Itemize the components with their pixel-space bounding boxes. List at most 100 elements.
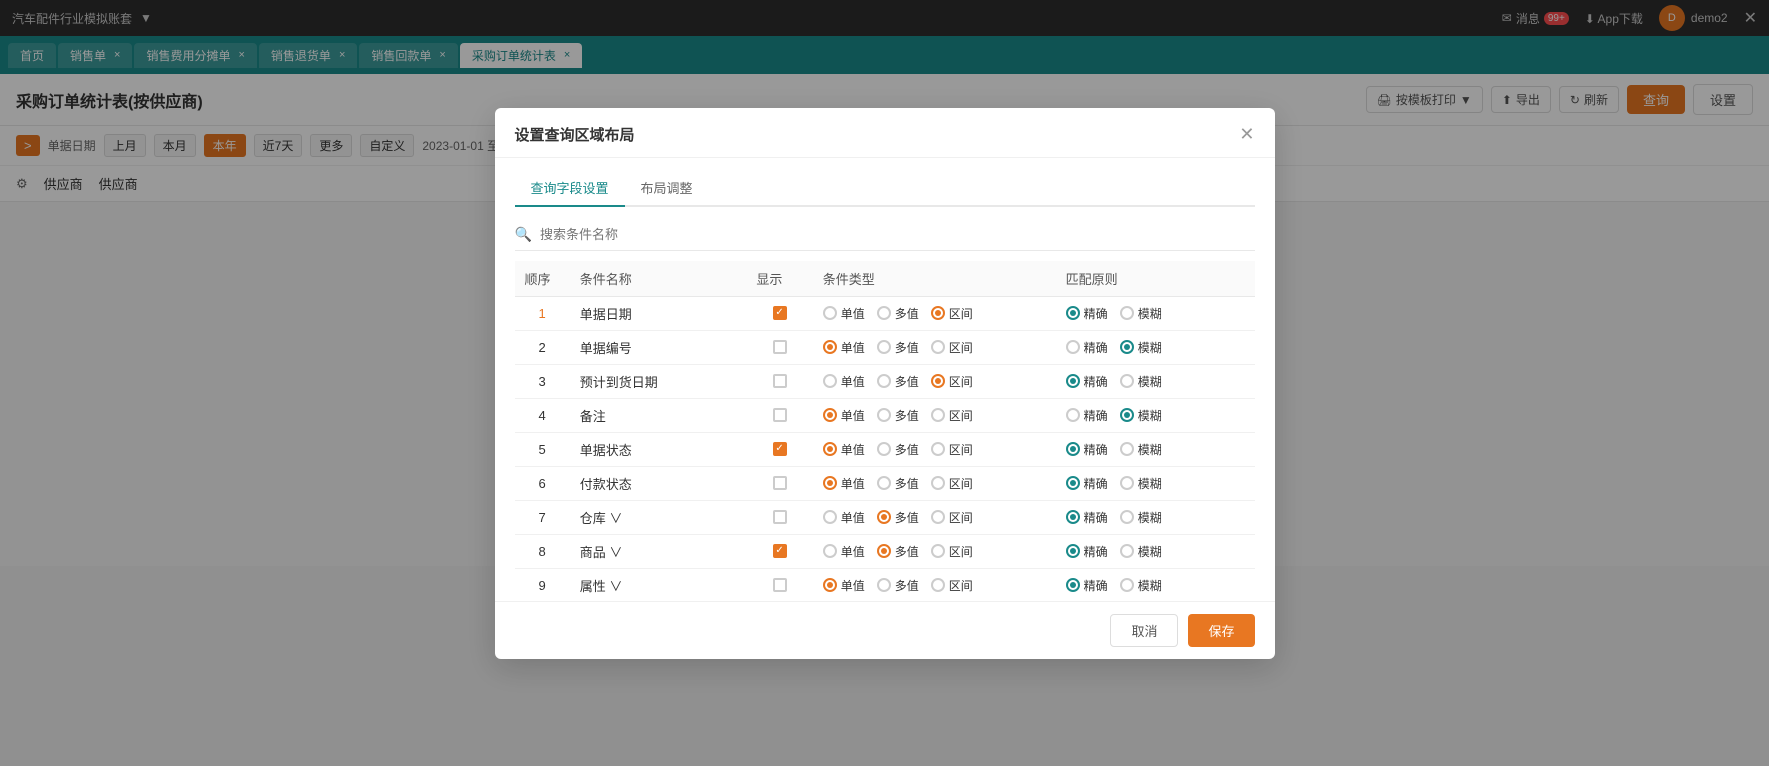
- radio-type-option[interactable]: 区间: [931, 509, 973, 526]
- modal-overlay: 设置查询区域布局 ✕ 查询字段设置 布局调整 🔍: [0, 0, 1769, 766]
- display-checkbox[interactable]: [773, 544, 787, 558]
- radio-match-option[interactable]: 精确: [1066, 305, 1108, 322]
- conditions-table: 顺序 条件名称 显示 条件类型: [515, 261, 1255, 601]
- radio-type-option[interactable]: 区间: [931, 407, 973, 424]
- cell-type-radios: 单值多值区间: [813, 398, 1056, 432]
- cell-display-checkbox: [746, 432, 812, 466]
- radio-match-option[interactable]: 模糊: [1120, 577, 1162, 594]
- radio-type-option[interactable]: 单值: [823, 577, 865, 594]
- radio-type-option[interactable]: 单值: [823, 373, 865, 390]
- cell-order: 2: [515, 330, 570, 364]
- cell-condition-name: 单据状态: [570, 432, 747, 466]
- table-row: 4备注单值多值区间精确模糊: [515, 398, 1255, 432]
- cell-display-checkbox: [746, 398, 812, 432]
- radio-match-option[interactable]: 精确: [1066, 577, 1108, 594]
- radio-type-option[interactable]: 单值: [823, 305, 865, 322]
- dialog-tabs: 查询字段设置 布局调整: [515, 158, 1255, 207]
- radio-type-option[interactable]: 单值: [823, 509, 865, 526]
- radio-type-option[interactable]: 单值: [823, 475, 865, 492]
- cell-display-checkbox: [746, 568, 812, 601]
- dialog-footer: 取消 保存: [495, 601, 1275, 659]
- radio-match-option[interactable]: 模糊: [1120, 441, 1162, 458]
- display-checkbox[interactable]: [773, 578, 787, 592]
- radio-match-option[interactable]: 精确: [1066, 475, 1108, 492]
- radio-type-option[interactable]: 多值: [877, 441, 919, 458]
- radio-type-option[interactable]: 单值: [823, 339, 865, 356]
- radio-type-option[interactable]: 区间: [931, 543, 973, 560]
- radio-type-option[interactable]: 单值: [823, 407, 865, 424]
- radio-match-option[interactable]: 模糊: [1120, 407, 1162, 424]
- radio-match-option[interactable]: 精确: [1066, 373, 1108, 390]
- cell-order: 9: [515, 568, 570, 601]
- conditions-table-wrapper[interactable]: 顺序 条件名称 显示 条件类型: [515, 261, 1255, 601]
- dialog-tab-layout[interactable]: 布局调整: [625, 170, 709, 207]
- radio-match-option[interactable]: 模糊: [1120, 509, 1162, 526]
- radio-match-option[interactable]: 精确: [1066, 339, 1108, 356]
- radio-type-option[interactable]: 区间: [931, 441, 973, 458]
- radio-match-option[interactable]: 精确: [1066, 441, 1108, 458]
- radio-match-option[interactable]: 精确: [1066, 407, 1108, 424]
- dialog-close-button[interactable]: ✕: [1239, 125, 1254, 143]
- radio-match-option[interactable]: 模糊: [1120, 339, 1162, 356]
- radio-match-option[interactable]: 模糊: [1120, 475, 1162, 492]
- condition-search-box: 🔍: [515, 219, 1255, 251]
- cell-condition-name: 单据日期: [570, 296, 747, 330]
- cell-type-radios: 单值多值区间: [813, 568, 1056, 601]
- cell-match-radios: 精确模糊: [1056, 534, 1255, 568]
- display-checkbox[interactable]: [773, 476, 787, 490]
- radio-match-option[interactable]: 精确: [1066, 543, 1108, 560]
- table-row: 1单据日期单值多值区间精确模糊: [515, 296, 1255, 330]
- radio-type-option[interactable]: 区间: [931, 577, 973, 594]
- cell-order: 7: [515, 500, 570, 534]
- radio-match-option[interactable]: 模糊: [1120, 543, 1162, 560]
- radio-type-option[interactable]: 多值: [877, 543, 919, 560]
- radio-type-option[interactable]: 区间: [931, 305, 973, 322]
- cell-condition-name: 属性 ∨: [570, 568, 747, 601]
- th-order: 顺序: [515, 261, 570, 297]
- cell-condition-name: 仓库 ∨: [570, 500, 747, 534]
- radio-type-option[interactable]: 多值: [877, 373, 919, 390]
- cell-condition-name: 备注: [570, 398, 747, 432]
- cell-match-radios: 精确模糊: [1056, 568, 1255, 601]
- cell-type-radios: 单值多值区间: [813, 432, 1056, 466]
- radio-type-option[interactable]: 单值: [823, 441, 865, 458]
- cancel-button[interactable]: 取消: [1110, 614, 1178, 647]
- display-checkbox[interactable]: [773, 374, 787, 388]
- th-type: 条件类型: [813, 261, 1056, 297]
- radio-type-option[interactable]: 区间: [931, 339, 973, 356]
- radio-type-option[interactable]: 多值: [877, 577, 919, 594]
- radio-match-option[interactable]: 精确: [1066, 509, 1108, 526]
- condition-search-input[interactable]: [532, 223, 1255, 246]
- radio-type-option[interactable]: 多值: [877, 509, 919, 526]
- display-checkbox[interactable]: [773, 306, 787, 320]
- display-checkbox[interactable]: [773, 408, 787, 422]
- cell-condition-name: 商品 ∨: [570, 534, 747, 568]
- dialog-tab-query-fields[interactable]: 查询字段设置: [515, 170, 625, 207]
- radio-type-option[interactable]: 多值: [877, 339, 919, 356]
- table-row: 8商品 ∨单值多值区间精确模糊: [515, 534, 1255, 568]
- table-row: 7仓库 ∨ 单值多值区间 精确模糊: [515, 500, 1255, 534]
- radio-type-option[interactable]: 多值: [877, 407, 919, 424]
- cell-order: 5: [515, 432, 570, 466]
- display-checkbox[interactable]: [773, 442, 787, 456]
- th-name: 条件名称: [570, 261, 747, 297]
- radio-type-option[interactable]: 多值: [877, 475, 919, 492]
- display-checkbox[interactable]: [773, 340, 787, 354]
- radio-match-option[interactable]: 模糊: [1120, 373, 1162, 390]
- cell-display-checkbox: [746, 296, 812, 330]
- radio-type-option[interactable]: 区间: [931, 373, 973, 390]
- radio-type-option[interactable]: 多值: [877, 305, 919, 322]
- display-checkbox[interactable]: [773, 510, 787, 524]
- cell-match-radios: 精确模糊: [1056, 500, 1255, 534]
- radio-type-option[interactable]: 区间: [931, 475, 973, 492]
- cell-order: 3: [515, 364, 570, 398]
- radio-match-option[interactable]: 模糊: [1120, 305, 1162, 322]
- cell-display-checkbox: [746, 364, 812, 398]
- cell-match-radios: 精确模糊: [1056, 330, 1255, 364]
- cell-display-checkbox: [746, 466, 812, 500]
- table-row: 6付款状态单值多值区间精确模糊: [515, 466, 1255, 500]
- cell-match-radios: 精确模糊: [1056, 296, 1255, 330]
- save-button[interactable]: 保存: [1188, 614, 1254, 647]
- radio-type-option[interactable]: 单值: [823, 543, 865, 560]
- table-row: 9属性 ∨单值多值区间精确模糊: [515, 568, 1255, 601]
